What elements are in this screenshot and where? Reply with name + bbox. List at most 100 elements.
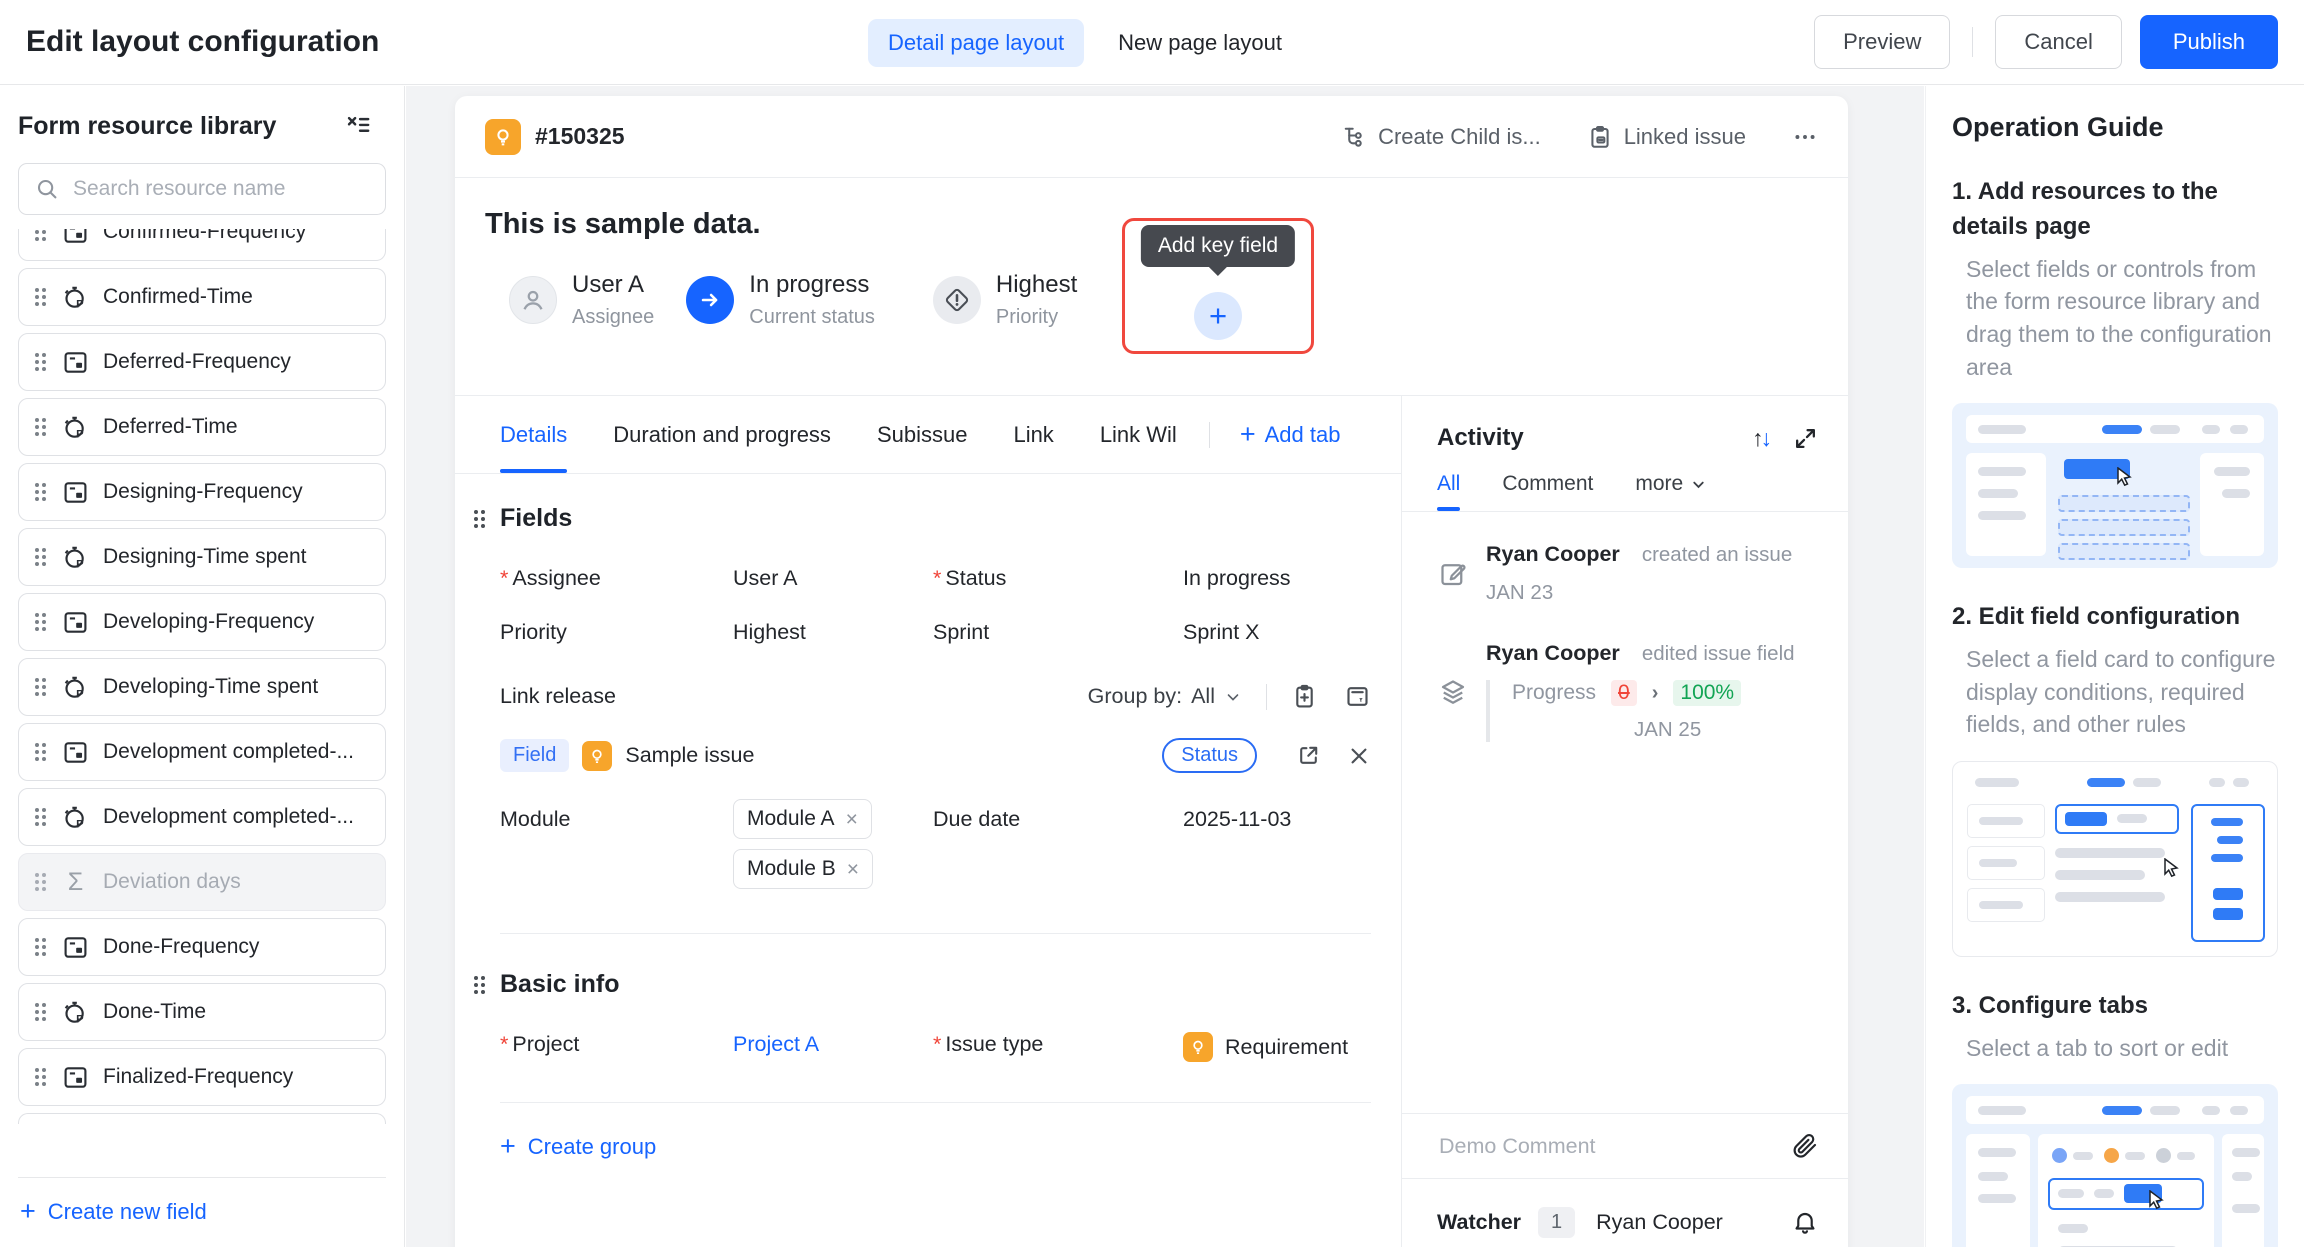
drag-handle-icon	[35, 1068, 46, 1086]
open-in-new-icon[interactable]	[1296, 743, 1321, 768]
filter-card-icon[interactable]	[1344, 683, 1371, 710]
create-new-field-button[interactable]: + Create new field	[0, 1178, 404, 1231]
resource-item[interactable]: P Developing-Time spent	[18, 658, 386, 716]
resource-item[interactable]: P Confirmed-Time	[18, 268, 386, 326]
drag-handle-icon	[35, 873, 46, 891]
collapse-library-icon[interactable]	[345, 113, 372, 140]
sort-icon[interactable]: ↑↓	[1752, 425, 1772, 452]
group-by-dropdown[interactable]: Group by: All	[1088, 684, 1242, 709]
new-value: 100%	[1673, 680, 1742, 706]
add-key-field-button[interactable]: +	[1194, 292, 1242, 340]
old-value: 0	[1611, 680, 1637, 706]
detail-tabs-panel: Details Duration and progress Subissue L…	[455, 396, 1401, 1247]
key-fields-section: This is sample data. User A Assignee In …	[455, 178, 1848, 396]
linked-issue-status-pill[interactable]: Status	[1162, 738, 1257, 773]
resource-item[interactable]: P Designing-Time spent	[18, 528, 386, 586]
due-date-value[interactable]: 2025-11-03	[1183, 807, 1371, 832]
activity-tab-all[interactable]: All	[1437, 472, 1461, 511]
priority-value[interactable]: Highest	[733, 620, 933, 645]
activity-tab-more[interactable]: more	[1635, 472, 1707, 511]
drag-handle-icon	[35, 938, 46, 956]
issue-type-value[interactable]: Requirement	[1183, 1032, 1371, 1062]
expand-icon[interactable]	[1793, 426, 1818, 451]
resource-item-disabled[interactable]: Σ Deviation days	[18, 853, 386, 911]
tab-duration-progress[interactable]: Duration and progress	[613, 396, 831, 473]
library-title: Form resource library	[18, 112, 277, 140]
watcher-name: Ryan Cooper	[1596, 1209, 1723, 1234]
resource-item[interactable]: P Deferred-Time	[18, 398, 386, 456]
linked-issue-row: Field Sample issue Status	[500, 738, 1371, 773]
linked-issue-title[interactable]: Sample issue	[625, 743, 754, 768]
bell-icon[interactable]	[1792, 1209, 1818, 1235]
drag-handle-icon	[35, 353, 46, 371]
resource-list: Confirmed-Frequency P Confirmed-Time Def…	[0, 229, 404, 1165]
requirement-icon	[485, 118, 521, 155]
requirement-icon	[1183, 1032, 1213, 1062]
link-release-row: Link release Group by: All	[500, 683, 1371, 710]
time-field-icon: P	[64, 416, 84, 440]
tab-detail-page-layout[interactable]: Detail page layout	[868, 18, 1085, 67]
comment-box	[1402, 1113, 1848, 1178]
drag-handle-icon	[35, 418, 46, 436]
guide-step2-illustration	[1952, 760, 2278, 957]
project-value[interactable]: Project A	[733, 1032, 933, 1057]
tab-details[interactable]: Details	[500, 396, 568, 473]
due-date-label: Due date	[933, 807, 1021, 831]
add-key-field-highlight: Add key field +	[1122, 218, 1314, 354]
priority-label: Priority	[500, 620, 567, 644]
basic-info-section-header[interactable]: Basic info	[472, 970, 1371, 999]
chip-remove-icon[interactable]: ×	[846, 809, 858, 830]
module-chip[interactable]: Module A ×	[733, 799, 872, 839]
linked-issue-icon	[1591, 125, 1609, 148]
fields-section-header[interactable]: Fields	[472, 504, 1371, 533]
module-chip[interactable]: Module B ×	[733, 849, 873, 889]
frequency-field-icon	[64, 936, 87, 958]
created-entry-icon	[1437, 542, 1469, 605]
svg-text:P: P	[76, 428, 84, 440]
activity-tab-comment[interactable]: Comment	[1502, 472, 1593, 511]
resource-item[interactable]: P Done-Time	[18, 983, 386, 1041]
tab-link[interactable]: Link	[1013, 396, 1053, 473]
sprint-value[interactable]: Sprint X	[1183, 620, 1371, 645]
publish-button[interactable]: Publish	[2139, 15, 2278, 69]
chip-remove-icon[interactable]: ×	[847, 859, 859, 880]
status-value[interactable]: In progress	[1183, 566, 1371, 591]
search-icon	[35, 177, 59, 201]
add-key-field-tooltip: Add key field	[1140, 225, 1296, 267]
tab-link-wiki[interactable]: Link Wil	[1100, 396, 1177, 473]
linked-issue-button[interactable]: Linked issue	[1587, 124, 1746, 150]
plus-icon: +	[20, 1196, 36, 1226]
more-icon[interactable]	[1792, 124, 1818, 150]
assignee-value[interactable]: User A	[733, 566, 933, 591]
tab-new-page-layout[interactable]: New page layout	[1098, 19, 1302, 67]
tab-subissue[interactable]: Subissue	[877, 396, 968, 473]
resource-item[interactable]: Developing-Frequency	[18, 593, 386, 651]
cancel-button[interactable]: Cancel	[1995, 15, 2122, 69]
close-icon[interactable]	[1347, 744, 1371, 768]
resource-item[interactable]: Finalized-Frequency	[18, 1048, 386, 1106]
resource-item[interactable]: Confirmed-Frequency	[18, 229, 386, 261]
divider	[1266, 683, 1267, 710]
resource-item[interactable]: Done-Frequency	[18, 918, 386, 976]
frequency-field-icon	[64, 1066, 87, 1088]
resource-item[interactable]: Designing-Frequency	[18, 463, 386, 521]
activity-tabs: All Comment more	[1402, 452, 1848, 512]
paperclip-icon[interactable]	[1792, 1133, 1818, 1159]
guide-step1-text: Select fields or controls from the form …	[1966, 255, 2272, 380]
create-group-button[interactable]: + Create group	[500, 1133, 1371, 1160]
drag-handle-icon	[474, 509, 485, 528]
resource-item[interactable]: Development completed-...	[18, 723, 386, 781]
comment-input[interactable]	[1437, 1132, 1792, 1160]
search-input[interactable]	[71, 176, 369, 202]
status-label: Status	[933, 566, 1183, 591]
preview-button[interactable]: Preview	[1814, 15, 1951, 69]
resource-item[interactable]: P Development completed-...	[18, 788, 386, 846]
add-tab-button[interactable]: + Add tab	[1240, 421, 1341, 448]
resource-item[interactable]: Deferred-Frequency	[18, 333, 386, 391]
add-linked-release-icon[interactable]	[1291, 683, 1318, 710]
guide-step3-text: Select a tab to sort or edit	[1966, 1034, 2229, 1061]
time-field-icon: P	[64, 1001, 84, 1025]
top-actions: Preview Cancel Publish	[1814, 15, 2278, 69]
issue-id: #150325	[535, 123, 625, 149]
create-child-issue-button[interactable]: Create Child is...	[1341, 124, 1541, 150]
